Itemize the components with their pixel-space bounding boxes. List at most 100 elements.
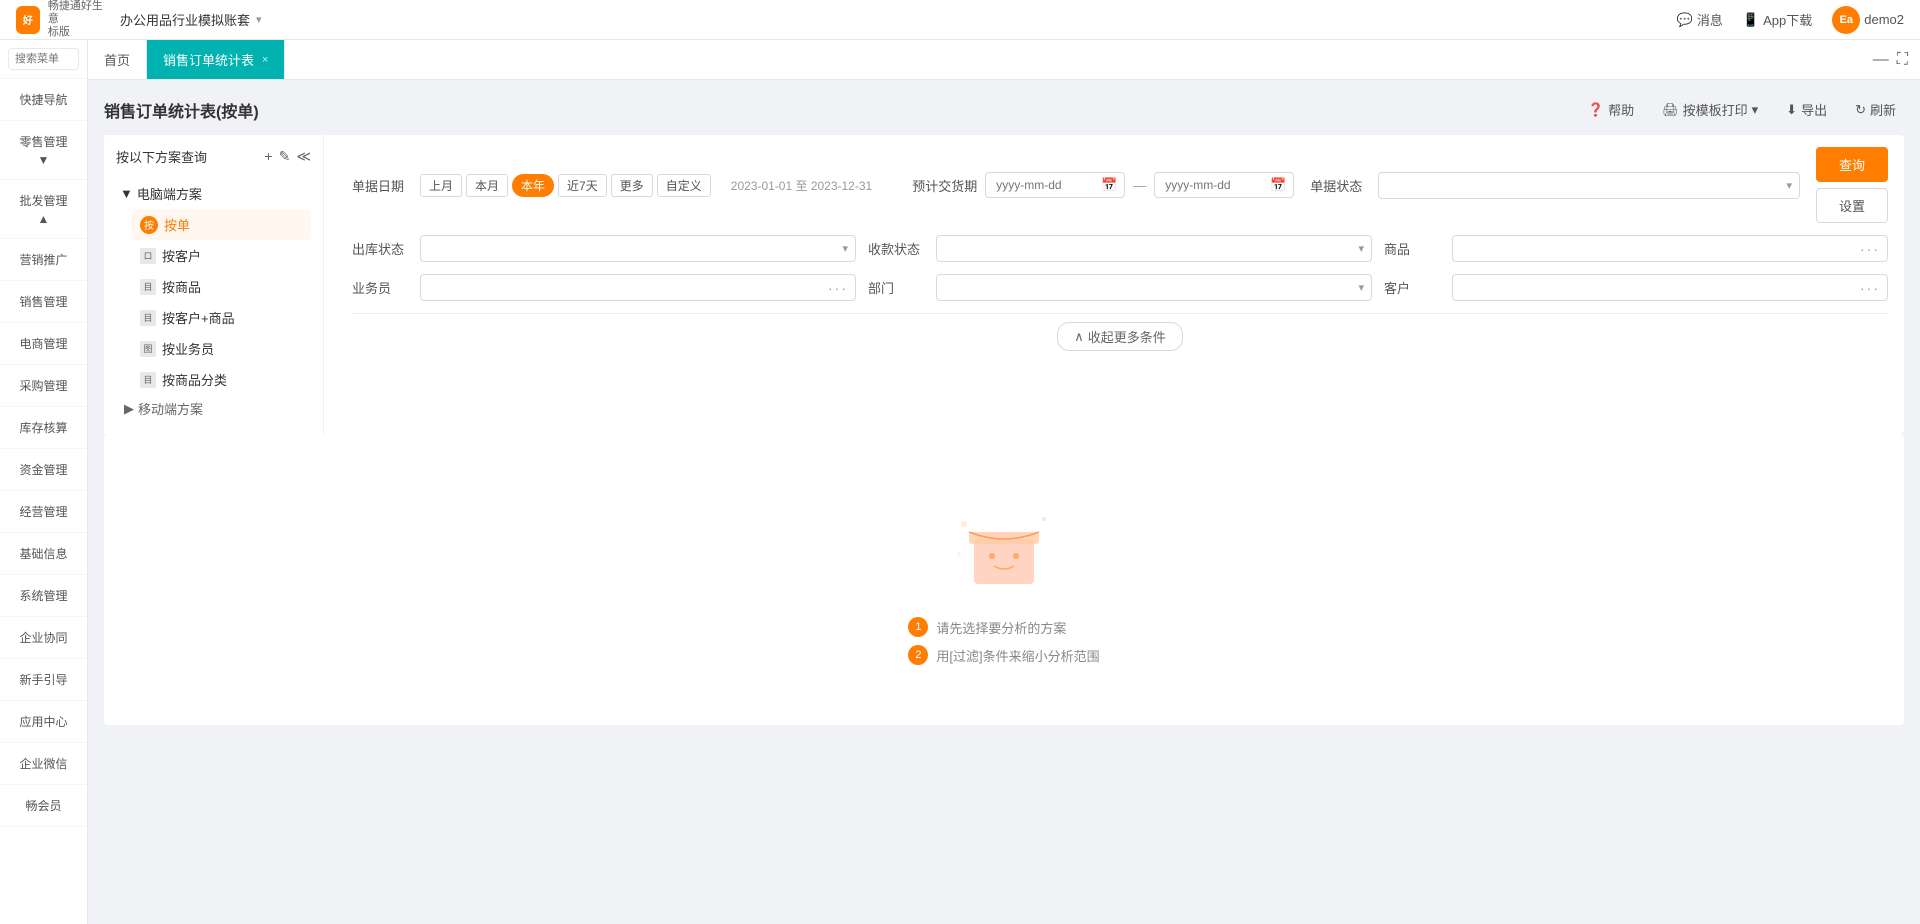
print-arrow-icon: ▾ [1752, 102, 1759, 118]
department-field: 部门 ▾ [868, 274, 1372, 301]
filter-row-3: 业务员 ··· 部门 ▾ [352, 274, 1888, 301]
department-select[interactable] [936, 274, 1372, 301]
tab-sales-report[interactable]: 销售订单统计表 × [147, 40, 285, 79]
collection-status-label: 收款状态 [868, 239, 928, 258]
sidebar-item-guide[interactable]: 新手引导 [0, 659, 87, 701]
sidebar-search[interactable] [0, 40, 87, 79]
tab-minimize-icon[interactable]: — [1873, 51, 1889, 69]
date-btn-more[interactable]: 更多 [611, 174, 653, 197]
marketing-label: 营销推广 [19, 251, 67, 268]
export-button[interactable]: ⬇ 导出 [1778, 96, 1835, 123]
out-status-input-wrap: ▾ [420, 235, 856, 262]
customer-dots-icon: ··· [1860, 280, 1880, 296]
scheme-edit-icon[interactable]: ✎ [279, 148, 291, 165]
sidebar-item-ecommerce[interactable]: 电商管理 [0, 323, 87, 365]
top-header: 好 畅捷通好生意 标版 办公用品行业模拟账套 ▾ 💬 消息 📱 App下载 Ea… [0, 0, 1920, 40]
search-input[interactable] [8, 48, 79, 70]
date-btn-last7[interactable]: 近7天 [558, 174, 607, 197]
calendar-icon-start: 📅 [1101, 177, 1117, 193]
print-label: 按模板打印 [1683, 100, 1748, 119]
bill-date-group: 单据日期 上月 本月 本年 近7天 更多 自定义 [352, 174, 711, 197]
page-actions: ❓ 帮助 🖨 按模板打印 ▾ ⬇ 导出 ↻ 刷新 [1580, 96, 1904, 123]
mobile-group-arrow: ▶ [124, 401, 134, 417]
refresh-button[interactable]: ↻ 刷新 [1847, 96, 1904, 123]
page-title: 销售订单统计表(按单) [104, 98, 259, 122]
sidebar-item-wholesale[interactable]: 批发管理 ▲ [0, 180, 87, 239]
sidebar-item-shortcuts[interactable]: 快捷导航 [0, 79, 87, 121]
sidebar-item-enterprise[interactable]: 企业协同 [0, 617, 87, 659]
scheme-add-icon[interactable]: + [264, 148, 272, 165]
tab-close-icon[interactable]: × [262, 54, 268, 66]
bill-status-select[interactable] [1378, 172, 1800, 199]
user-area[interactable]: Ea demo2 [1832, 6, 1904, 34]
user-name: demo2 [1864, 12, 1904, 27]
date-btn-last-month[interactable]: 上月 [420, 174, 462, 197]
salesperson-input[interactable] [420, 274, 856, 301]
sidebar-item-wechat[interactable]: 企业微信 [0, 743, 87, 785]
scheme-item-by-customer-product[interactable]: 目 按客户+商品 [132, 302, 311, 333]
settings-button[interactable]: 设置 [1816, 188, 1888, 223]
scheme-item-by-customer[interactable]: ロ 按客户 [132, 240, 311, 271]
pc-group-arrow: ▼ [120, 186, 133, 201]
content-area: 首页 销售订单统计表 × — ⛶ 销售订单统计表(按单) ❓ 帮助 [88, 40, 1920, 924]
bill-status-group: 单据状态 ▾ [1310, 172, 1800, 199]
date-btn-custom[interactable]: 自定义 [657, 174, 711, 197]
purchase-label: 采购管理 [19, 377, 67, 394]
scheme-item-by-product[interactable]: 目 按商品 [132, 271, 311, 302]
sidebar-item-sales[interactable]: 销售管理 [0, 281, 87, 323]
collection-status-select[interactable] [936, 235, 1372, 262]
out-status-select[interactable] [420, 235, 856, 262]
header-right: 💬 消息 📱 App下载 Ea demo2 [1677, 6, 1904, 34]
system-label: 系统管理 [19, 587, 67, 604]
operations-label: 经营管理 [19, 503, 67, 520]
scheme-item-by-category[interactable]: 目 按商品分类 [132, 364, 311, 395]
print-button[interactable]: 🖨 按模板打印 ▾ [1654, 96, 1766, 123]
customer-field: 客户 ··· [1384, 274, 1888, 301]
sidebar-item-system[interactable]: 系统管理 [0, 575, 87, 617]
scheme-item-by-salesperson[interactable]: 图 按业务员 [132, 333, 311, 364]
salesperson-input-wrap: ··· [420, 274, 856, 301]
scheme-item-by-order[interactable]: 按 按单 [132, 209, 311, 240]
wechat-label: 企业微信 [19, 755, 67, 772]
action-buttons: 查询 设置 [1816, 147, 1888, 223]
tab-expand-icon[interactable]: ⛶ [1897, 51, 1908, 69]
date-btn-this-year[interactable]: 本年 [512, 174, 554, 197]
finance-label: 资金管理 [19, 461, 67, 478]
sidebar-item-marketing[interactable]: 营销推广 [0, 239, 87, 281]
query-button[interactable]: 查询 [1816, 147, 1888, 182]
appcenter-label: 应用中心 [19, 713, 67, 730]
scheme-pc-group[interactable]: ▼ 电脑端方案 [116, 178, 311, 209]
collection-status-input-wrap: ▾ [936, 235, 1372, 262]
help-button[interactable]: ❓ 帮助 [1580, 96, 1642, 123]
collapse-button[interactable]: ∧ 收起更多条件 [1057, 322, 1183, 351]
message-button[interactable]: 💬 消息 [1677, 10, 1723, 29]
tab-home[interactable]: 首页 [88, 40, 147, 79]
mobile-group-label: 移动端方案 [138, 399, 203, 418]
sidebar-item-basic[interactable]: 基础信息 [0, 533, 87, 575]
shortcuts-label: 快捷导航 [19, 91, 67, 108]
by-product-label: 按商品 [162, 277, 201, 296]
collapse-up-icon: ∧ [1074, 329, 1084, 345]
scheme-collapse-icon[interactable]: ≪ [296, 148, 311, 165]
customer-label: 客户 [1384, 278, 1444, 297]
product-input-wrap: ··· [1452, 235, 1888, 262]
sidebar-item-inventory[interactable]: 库存核算 [0, 407, 87, 449]
ecommerce-label: 电商管理 [19, 335, 67, 352]
sidebar-item-member[interactable]: 畅会员 [0, 785, 87, 827]
department-arrow-icon: ▾ [1358, 281, 1364, 294]
page-content: 销售订单统计表(按单) ❓ 帮助 🖨 按模板打印 ▾ ⬇ 导出 [88, 80, 1920, 924]
sidebar-item-operations[interactable]: 经营管理 [0, 491, 87, 533]
retail-arrow: ▼ [38, 153, 50, 167]
sidebar-item-retail[interactable]: 零售管理 ▼ [0, 121, 87, 180]
scheme-mobile-group[interactable]: ▶ 移动端方案 [116, 395, 311, 422]
sidebar-item-finance[interactable]: 资金管理 [0, 449, 87, 491]
product-input[interactable] [1452, 235, 1888, 262]
date-btn-this-month[interactable]: 本月 [466, 174, 508, 197]
scheme-header: 按以下方案查询 + ✎ ≪ [116, 147, 311, 166]
sidebar-item-purchase[interactable]: 采购管理 [0, 365, 87, 407]
app-download-button[interactable]: 📱 App下载 [1743, 10, 1812, 29]
empty-tips: 1 请先选择要分析的方案 2 用[过滤]条件来缩小分析范围 [908, 617, 1099, 665]
customer-input[interactable] [1452, 274, 1888, 301]
breadcrumb-dropdown-icon[interactable]: ▾ [256, 13, 262, 26]
sidebar-item-appcenter[interactable]: 应用中心 [0, 701, 87, 743]
